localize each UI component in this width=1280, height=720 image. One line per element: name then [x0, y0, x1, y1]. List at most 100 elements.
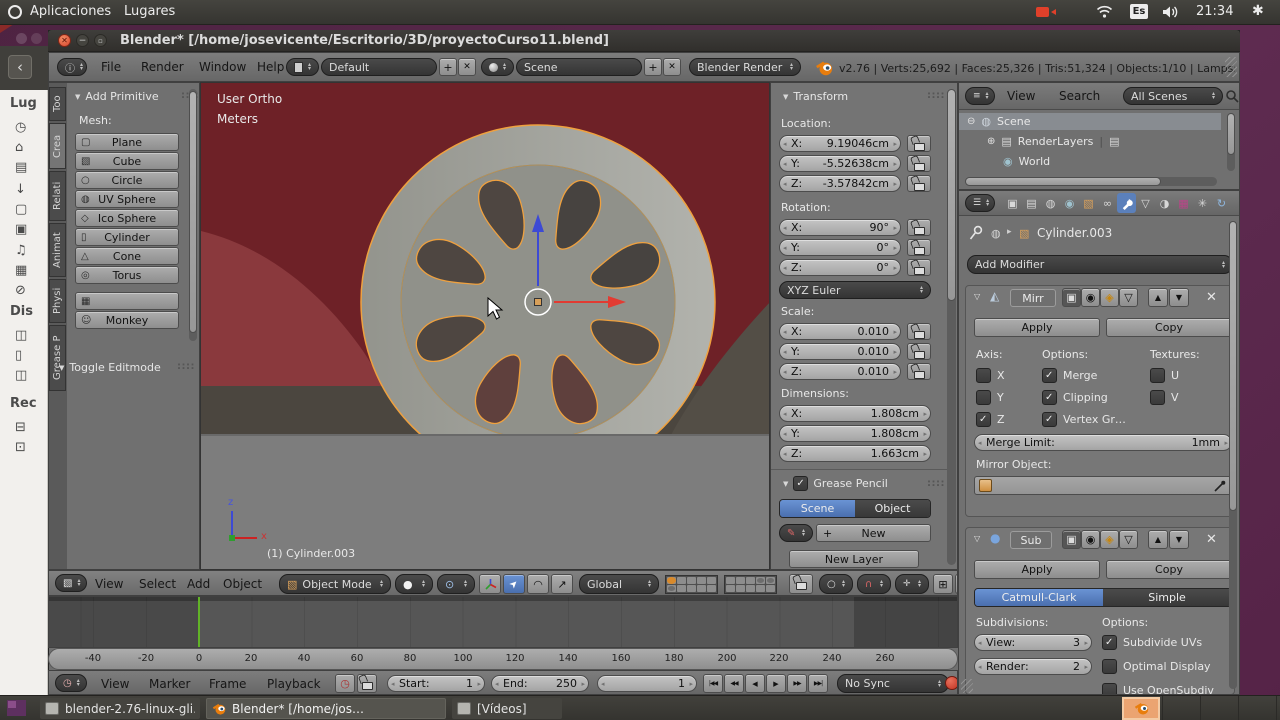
- disk2-icon[interactable]: ◫: [15, 368, 27, 383]
- view3d-menu-view[interactable]: View: [95, 577, 123, 591]
- menu-help[interactable]: Help: [257, 60, 284, 74]
- toggle-editmode-panel-header[interactable]: Toggle Editmode: [59, 361, 160, 374]
- subsurf-render-toggle[interactable]: ▣: [1062, 530, 1081, 549]
- timeline-scrollbar[interactable]: -40 -20 0 20 40 60 80 100 120 140 160 18…: [48, 648, 958, 670]
- outliner-menu-view[interactable]: View: [1007, 89, 1035, 103]
- location-y-lock-button[interactable]: [907, 155, 931, 172]
- checkbox[interactable]: [976, 412, 991, 427]
- sync-mode-select[interactable]: No Sync ▴ ▾: [837, 674, 949, 693]
- close-button[interactable]: ✕: [58, 34, 71, 47]
- merge-limit-field[interactable]: Merge Limit: 1mm: [974, 434, 1232, 451]
- location-z-field[interactable]: Z: -3.57842cm: [779, 175, 901, 192]
- panel-drag-dots-icon[interactable]: ::::: [177, 361, 195, 372]
- expand-icon[interactable]: ⊕: [987, 136, 995, 147]
- checkbox[interactable]: [1042, 368, 1057, 383]
- tab-animation[interactable]: Animat: [49, 223, 66, 277]
- scale-z-field[interactable]: Z: 0.010: [779, 363, 901, 380]
- network-display-icon[interactable]: ⊡: [15, 440, 26, 455]
- dimensions-x-field[interactable]: X: 1.808cm: [779, 405, 931, 422]
- layer-group-2[interactable]: [724, 575, 777, 594]
- autokey-lock-button[interactable]: [357, 674, 377, 693]
- trash-icon[interactable]: ⊘: [15, 283, 26, 298]
- screen-layout-field[interactable]: Default: [321, 58, 437, 76]
- mirror-axis-z-checkbox[interactable]: Z: [976, 412, 1005, 427]
- use-opensubdiv-checkbox[interactable]: Use OpenSubdiv: [1102, 683, 1214, 694]
- rotation-mode-select[interactable]: XYZ Euler ▴ ▾: [779, 281, 931, 299]
- taskbar-highlighted-blender-icon[interactable]: [1122, 697, 1160, 720]
- world-tab-icon[interactable]: ◉: [1060, 193, 1079, 213]
- scene-icon-button[interactable]: ▴ ▾: [481, 58, 514, 76]
- gp-new-button[interactable]: + New: [816, 524, 931, 542]
- subsurf-move-up-button[interactable]: ▲: [1148, 530, 1168, 549]
- transform-panel-header[interactable]: Transform: [783, 90, 848, 103]
- pin-icon[interactable]: [969, 225, 983, 241]
- mirror-apply-button[interactable]: Apply: [974, 318, 1100, 337]
- timeline-menu-playback[interactable]: Playback: [267, 677, 321, 691]
- checkbox[interactable]: [1102, 659, 1117, 674]
- back-button[interactable]: ‹: [8, 55, 32, 79]
- breadcrumb-object-name[interactable]: Cylinder.003: [1037, 226, 1112, 240]
- subsurf-view-field[interactable]: View: 3: [974, 634, 1092, 651]
- mirror-view-toggle[interactable]: ◉: [1081, 288, 1100, 307]
- modifier-expand-icon[interactable]: ▽: [974, 534, 980, 543]
- pictures-icon[interactable]: ▣: [15, 222, 27, 237]
- transform-orientation-select[interactable]: Global ▴ ▾: [579, 574, 659, 594]
- view3d-menu-add[interactable]: Add: [187, 577, 210, 591]
- constraints-tab-icon[interactable]: ∞: [1098, 193, 1117, 213]
- mode-select[interactable]: ▧ Object Mode ▴ ▾: [279, 574, 391, 594]
- mirror-editmode-toggle[interactable]: ◈: [1100, 288, 1119, 307]
- renderlayer-icon[interactable]: ▤: [1109, 135, 1119, 148]
- ubuntu-logo-icon[interactable]: [8, 5, 22, 19]
- add-scene-button[interactable]: +: [644, 58, 662, 76]
- mesh-torus-button[interactable]: ◎ Torus: [75, 266, 179, 284]
- mirror-merge-checkbox[interactable]: Merge: [1042, 368, 1097, 383]
- current-frame-field[interactable]: 1: [597, 675, 697, 692]
- add-primitive-panel-header[interactable]: Add Primitive: [75, 90, 158, 103]
- eyedropper-icon[interactable]: [1214, 480, 1226, 492]
- mirror-clipping-checkbox[interactable]: Clipping: [1042, 390, 1108, 405]
- object-breadcrumb-icon[interactable]: ◍: [991, 227, 1001, 240]
- menu-window[interactable]: Window: [199, 60, 246, 74]
- taskbar-item-3[interactable]: [Vídeos]: [452, 698, 562, 719]
- gp-draw-mode-button[interactable]: ✎ ▴ ▾: [779, 524, 813, 542]
- mirror-axis-y-checkbox[interactable]: Y: [976, 390, 1004, 405]
- grease-pencil-panel-header[interactable]: Grease Pencil: [783, 476, 888, 491]
- subsurf-render-field[interactable]: Render: 2: [974, 658, 1092, 675]
- mesh-cube-button[interactable]: ▧ Cube: [75, 152, 179, 170]
- mirror-delete-icon[interactable]: ✕: [1206, 290, 1217, 305]
- checkbox[interactable]: [1102, 683, 1117, 694]
- checkbox[interactable]: [1150, 390, 1165, 405]
- tab-tools[interactable]: Too: [49, 87, 66, 121]
- mesh-cone-button[interactable]: △ Cone: [75, 247, 179, 265]
- location-y-field[interactable]: Y: -5.52638cm: [779, 155, 901, 172]
- manipulator-toggle[interactable]: [479, 574, 501, 594]
- gp-new-layer-button[interactable]: New Layer: [789, 550, 919, 568]
- tab-relations[interactable]: Relati: [49, 171, 66, 221]
- session-gear-icon[interactable]: ✱: [1252, 3, 1264, 19]
- maximize-button[interactable]: ▫: [94, 34, 107, 47]
- desktop-folder-icon[interactable]: ▤: [15, 160, 27, 175]
- mesh-ico-sphere-button[interactable]: ◇ Ico Sphere: [75, 209, 179, 227]
- subdivide-uvs-checkbox[interactable]: Subdivide UVs: [1102, 635, 1202, 650]
- rotation-y-lock-button[interactable]: [907, 239, 931, 256]
- opengl-render-button[interactable]: ▣: [955, 574, 957, 594]
- view3d-menu-select[interactable]: Select: [139, 577, 176, 591]
- subsurf-copy-button[interactable]: Copy: [1106, 560, 1232, 579]
- wifi-icon[interactable]: [1096, 5, 1113, 18]
- viewport-3d[interactable]: User Ortho Meters z x (1) Cylinder.003: [200, 82, 770, 570]
- taskbar-item-1[interactable]: blender-2.76-linux-gli…: [40, 698, 200, 719]
- translate-manipulator-button[interactable]: ➤: [503, 574, 525, 594]
- properties-editor-type-button[interactable]: ☰ ▴ ▾: [965, 194, 995, 212]
- delete-layout-button[interactable]: ✕: [458, 58, 476, 76]
- mesh-monkey-button[interactable]: ☺ Monkey: [75, 311, 179, 329]
- play-reverse-button[interactable]: ◀: [745, 674, 765, 693]
- volume-icon[interactable]: [1162, 5, 1180, 19]
- optimal-display-checkbox[interactable]: Optimal Display: [1102, 659, 1211, 674]
- timeline-menu-marker[interactable]: Marker: [149, 677, 190, 691]
- checkbox[interactable]: [1102, 635, 1117, 650]
- network-computer-icon[interactable]: ⊟: [15, 420, 26, 435]
- material-tab-icon[interactable]: ◑: [1155, 193, 1174, 213]
- phone-icon[interactable]: ▯: [15, 348, 22, 363]
- frame-start-field[interactable]: Start: 1: [387, 675, 485, 692]
- object-data-tab-icon[interactable]: ▽: [1136, 193, 1155, 213]
